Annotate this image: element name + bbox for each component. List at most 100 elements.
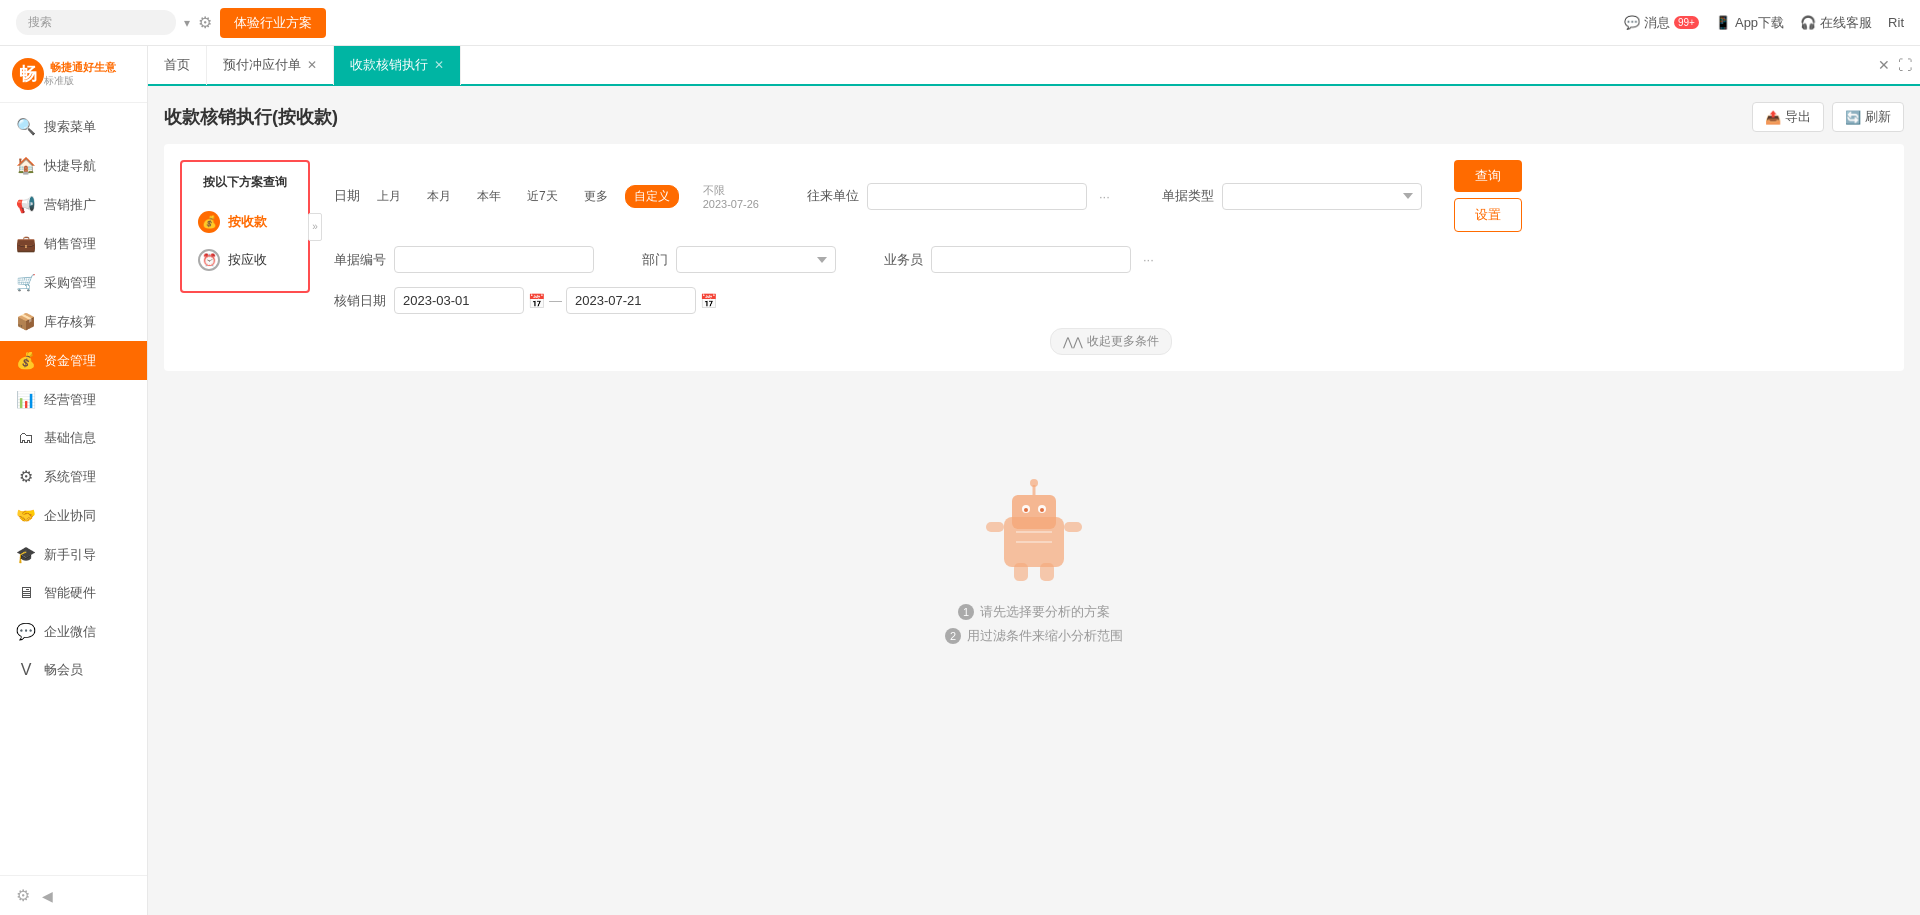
doc-no-label: 单据编号 (334, 251, 386, 269)
tab-receipt-label: 收款核销执行 (350, 56, 428, 74)
sidebar-item-purchase[interactable]: 🛒 采购管理 (0, 263, 147, 302)
top-bar-left: 搜索 ▾ ⚙ 体验行业方案 (16, 8, 1612, 38)
online-service-button[interactable]: 🎧 在线客服 (1800, 14, 1872, 32)
page-title: 收款核销执行(按收款) (164, 105, 338, 129)
date-btn-more[interactable]: 更多 (575, 185, 617, 208)
filter-option-by-receipt[interactable]: 💰 按收款 (182, 203, 308, 241)
sidebar-item-label: 资金管理 (44, 352, 96, 370)
tab-home[interactable]: 首页 (148, 45, 207, 85)
empty-robot-svg (974, 467, 1094, 587)
tab-receipt-close-icon[interactable]: ✕ (434, 58, 444, 72)
sidebar-item-vip[interactable]: V 畅会员 (0, 651, 147, 689)
sidebar-item-label: 搜索菜单 (44, 118, 96, 136)
doc-type-select[interactable] (1222, 183, 1422, 210)
messages-label: 消息 (1644, 14, 1670, 32)
sidebar-logo: 畅 畅捷通好生意 标准版 (0, 46, 147, 103)
logo-icon: 畅 (12, 58, 44, 90)
sidebar-item-label: 企业协同 (44, 507, 96, 525)
logo-app-name: 畅捷通好生意 (50, 60, 116, 74)
sidebar-item-label: 系统管理 (44, 468, 96, 486)
sidebar-item-base-info[interactable]: 🗂 基础信息 (0, 419, 147, 457)
sidebar-collapse-icon[interactable]: ◀ (42, 888, 53, 904)
top-bar-right: 💬 消息 99+ 📱 App下载 🎧 在线客服 Rit (1624, 14, 1904, 32)
export-button[interactable]: 📤 导出 (1752, 102, 1824, 132)
svg-point-7 (1030, 479, 1038, 487)
settings-gear-icon[interactable]: ⚙ (198, 13, 212, 32)
date-btn-custom[interactable]: 自定义 (625, 185, 679, 208)
doc-no-field: 单据编号 (334, 246, 594, 273)
staff-input[interactable] (931, 246, 1131, 273)
date-btn-this-month[interactable]: 本月 (418, 185, 460, 208)
sidebar-item-label: 基础信息 (44, 429, 96, 447)
write-off-end-calendar-icon[interactable]: 📅 (700, 293, 717, 309)
messages-button[interactable]: 💬 消息 99+ (1624, 14, 1699, 32)
filter-panel: 按以下方案查询 💰 按收款 ⏰ 按应收 » (164, 144, 1904, 371)
footer-settings-icon[interactable]: ⚙ (16, 886, 30, 905)
set-button[interactable]: 设置 (1454, 198, 1522, 232)
industry-solution-button[interactable]: 体验行业方案 (220, 8, 326, 38)
sidebar-item-label: 采购管理 (44, 274, 96, 292)
hint-1-text: 请先选择要分析的方案 (980, 603, 1110, 621)
sidebar-item-enterprise[interactable]: 🤝 企业协同 (0, 496, 147, 535)
sidebar-item-inventory[interactable]: 📦 库存核算 (0, 302, 147, 341)
vip-icon: V (16, 661, 36, 679)
tab-prepay-offset[interactable]: 预付冲应付单 ✕ (207, 45, 334, 85)
svg-rect-10 (1014, 563, 1028, 581)
sidebar-item-beginner[interactable]: 🎓 新手引导 (0, 535, 147, 574)
sidebar-item-search[interactable]: 🔍 搜索菜单 (0, 107, 147, 146)
svg-rect-9 (1064, 522, 1082, 532)
search-chevron-icon[interactable]: ▾ (184, 16, 190, 30)
date-btn-7days[interactable]: 近7天 (518, 185, 567, 208)
app-download-button[interactable]: 📱 App下载 (1715, 14, 1784, 32)
empty-hint-2: 2 用过滤条件来缩小分析范围 (945, 627, 1123, 645)
tabs-close-all-button[interactable]: ✕ (1878, 57, 1890, 73)
sidebar-item-quick-nav[interactable]: 🏠 快捷导航 (0, 146, 147, 185)
app-download-icon: 📱 (1715, 15, 1731, 30)
collapse-conditions-button[interactable]: ⋀⋀ 收起更多条件 (1050, 328, 1172, 355)
marketing-icon: 📢 (16, 195, 36, 214)
dept-select[interactable] (676, 246, 836, 273)
sidebar-item-operations[interactable]: 📊 经营管理 (0, 380, 147, 419)
filter-option-by-receivable[interactable]: ⏰ 按应收 (182, 241, 308, 279)
write-off-start-calendar-icon[interactable]: 📅 (528, 293, 545, 309)
tabs-fullscreen-button[interactable]: ⛶ (1898, 57, 1912, 73)
home-icon: 🏠 (16, 156, 36, 175)
user-name[interactable]: Rit (1888, 15, 1904, 30)
sidebar-item-sales[interactable]: 💼 销售管理 (0, 224, 147, 263)
wechat-icon: 💬 (16, 622, 36, 641)
hint-1-num: 1 (958, 604, 974, 620)
tab-prepay-close-icon[interactable]: ✕ (307, 58, 317, 72)
date-btn-last-month[interactable]: 上月 (368, 185, 410, 208)
export-icon: 📤 (1765, 110, 1781, 125)
receipt-option-icon: 💰 (198, 211, 220, 233)
sidebar-item-marketing[interactable]: 📢 营销推广 (0, 185, 147, 224)
filter-sidebar-collapse-button[interactable]: » (308, 213, 322, 241)
finance-icon: 💰 (16, 351, 36, 370)
write-off-date-end-input[interactable] (566, 287, 696, 314)
tabs-bar: 首页 预付冲应付单 ✕ 收款核销执行 ✕ ✕ ⛶ (148, 46, 1920, 86)
doc-no-input[interactable] (394, 246, 594, 273)
date-field: 日期 上月 本月 本年 近7天 更多 自定义 (334, 185, 679, 208)
refresh-label: 刷新 (1865, 108, 1891, 126)
top-bar: 搜索 ▾ ⚙ 体验行业方案 💬 消息 99+ 📱 App下载 🎧 在线客服 Ri… (0, 0, 1920, 46)
tab-receipt-offset[interactable]: 收款核销执行 ✕ (334, 45, 461, 85)
write-off-date-field: 核销日期 📅 — 📅 (334, 287, 717, 314)
operations-icon: 📊 (16, 390, 36, 409)
date-btn-this-year[interactable]: 本年 (468, 185, 510, 208)
sidebar-item-smart-hw[interactable]: 🖥 智能硬件 (0, 574, 147, 612)
partner-input[interactable] (867, 183, 1087, 210)
dept-label: 部门 (642, 251, 668, 269)
top-bar-search-display: 搜索 (16, 10, 176, 35)
partner-dots-icon[interactable]: ··· (1095, 189, 1114, 204)
refresh-button[interactable]: 🔄 刷新 (1832, 102, 1904, 132)
staff-dots-icon[interactable]: ··· (1139, 252, 1158, 267)
sidebar-item-wechat[interactable]: 💬 企业微信 (0, 612, 147, 651)
query-button[interactable]: 查询 (1454, 160, 1522, 192)
search-menu-icon: 🔍 (16, 117, 36, 136)
date-unlimit-label: 不限 (703, 183, 759, 198)
sidebar-item-system[interactable]: ⚙ 系统管理 (0, 457, 147, 496)
write-off-date-start-input[interactable] (394, 287, 524, 314)
sidebar-item-finance[interactable]: 💰 资金管理 (0, 341, 147, 380)
tab-prepay-label: 预付冲应付单 (223, 56, 301, 74)
system-icon: ⚙ (16, 467, 36, 486)
